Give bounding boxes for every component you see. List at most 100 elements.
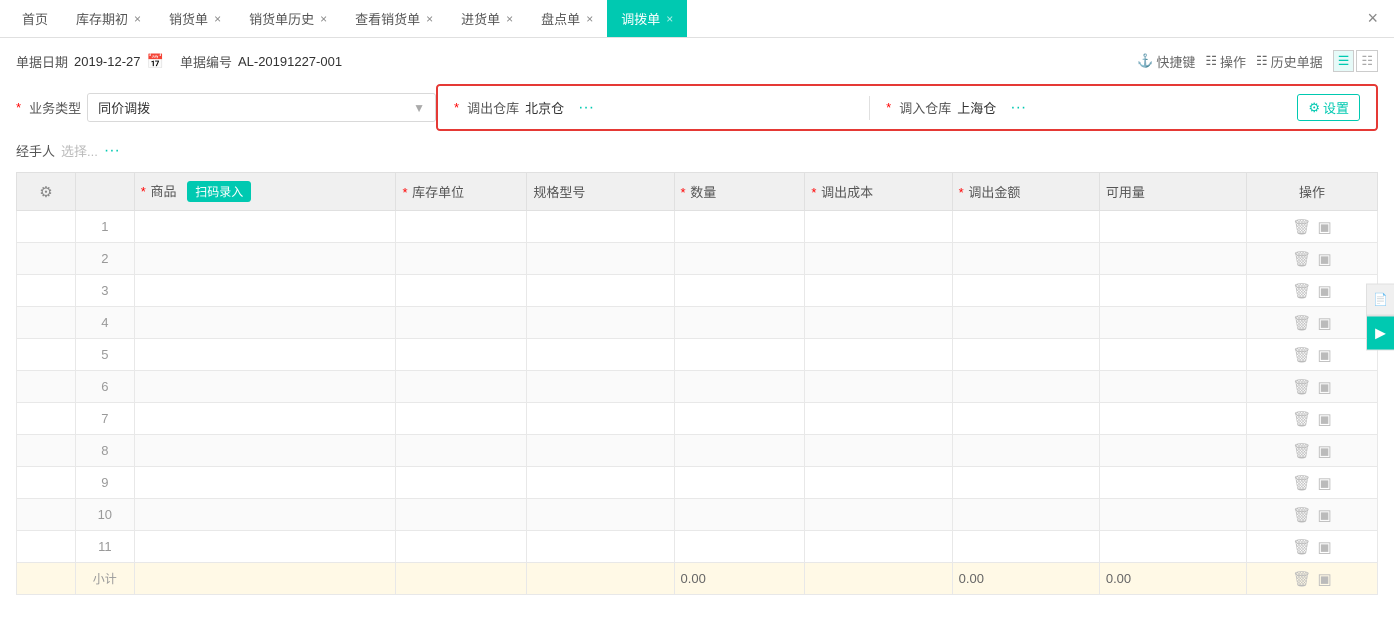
row-available-cell[interactable]: [1099, 467, 1246, 499]
row-cost-cell[interactable]: [805, 243, 952, 275]
transfer-in-value[interactable]: 上海仓: [957, 98, 996, 117]
copy-row-icon[interactable]: ▣: [1317, 442, 1331, 460]
row-amount-cell[interactable]: [952, 275, 1099, 307]
copy-row-icon[interactable]: ▣: [1317, 506, 1331, 524]
row-product-cell[interactable]: [134, 243, 396, 275]
history-button[interactable]: ☷ 历史单据: [1256, 52, 1323, 71]
row-product-cell[interactable]: [134, 531, 396, 563]
row-product-cell[interactable]: [134, 339, 396, 371]
row-cost-cell[interactable]: [805, 435, 952, 467]
row-cost-cell[interactable]: [805, 467, 952, 499]
row-cost-cell[interactable]: [805, 339, 952, 371]
row-amount-cell[interactable]: [952, 403, 1099, 435]
tab-inventory-check[interactable]: 盘点单 ×: [527, 0, 607, 37]
tab-purchase-order[interactable]: 进货单 ×: [447, 0, 527, 37]
row-qty-cell[interactable]: [674, 531, 805, 563]
row-amount-cell[interactable]: [952, 371, 1099, 403]
row-available-cell[interactable]: [1099, 499, 1246, 531]
row-product-cell[interactable]: [134, 435, 396, 467]
subtotal-copy-icon[interactable]: ▣: [1317, 570, 1331, 588]
row-amount-cell[interactable]: [952, 243, 1099, 275]
row-available-cell[interactable]: [1099, 211, 1246, 243]
row-amount-cell[interactable]: [952, 307, 1099, 339]
transfer-in-more-icon[interactable]: ···: [1010, 99, 1026, 117]
row-unit-cell[interactable]: [396, 435, 527, 467]
row-unit-cell[interactable]: [396, 499, 527, 531]
row-cost-cell[interactable]: [805, 403, 952, 435]
row-cost-cell[interactable]: [805, 371, 952, 403]
tab-close-purchase-order[interactable]: ×: [506, 12, 513, 26]
tab-sales-order[interactable]: 销货单 ×: [155, 0, 235, 37]
date-value[interactable]: 2019-12-27: [74, 54, 141, 69]
delete-row-icon[interactable]: 🗑: [1292, 218, 1311, 236]
tab-bar-close-button[interactable]: ×: [1359, 8, 1386, 29]
subtotal-delete-icon[interactable]: 🗑: [1292, 570, 1311, 588]
shortcut-key-button[interactable]: ⚓ 快捷键: [1137, 52, 1195, 71]
row-available-cell[interactable]: [1099, 435, 1246, 467]
row-spec-cell[interactable]: [527, 499, 674, 531]
tab-close-inventory-init[interactable]: ×: [134, 12, 141, 26]
row-amount-cell[interactable]: [952, 339, 1099, 371]
copy-row-icon[interactable]: ▣: [1317, 250, 1331, 268]
row-amount-cell[interactable]: [952, 499, 1099, 531]
tab-close-inventory-check[interactable]: ×: [586, 12, 593, 26]
calendar-icon[interactable]: 📅: [147, 53, 164, 70]
row-product-cell[interactable]: [134, 211, 396, 243]
row-amount-cell[interactable]: [952, 435, 1099, 467]
row-available-cell[interactable]: [1099, 403, 1246, 435]
copy-row-icon[interactable]: ▣: [1317, 474, 1331, 492]
row-product-cell[interactable]: [134, 467, 396, 499]
row-cost-cell[interactable]: [805, 531, 952, 563]
tab-sales-history[interactable]: 销货单历史 ×: [235, 0, 341, 37]
tab-close-sales-order[interactable]: ×: [214, 12, 221, 26]
row-unit-cell[interactable]: [396, 467, 527, 499]
row-spec-cell[interactable]: [527, 339, 674, 371]
row-amount-cell[interactable]: [952, 467, 1099, 499]
tab-inventory-init[interactable]: 库存期初 ×: [62, 0, 155, 37]
row-available-cell[interactable]: [1099, 339, 1246, 371]
row-cost-cell[interactable]: [805, 307, 952, 339]
delete-row-icon[interactable]: 🗑: [1292, 474, 1311, 492]
row-qty-cell[interactable]: [674, 467, 805, 499]
row-available-cell[interactable]: [1099, 531, 1246, 563]
business-type-select[interactable]: 同价调拨 ▼: [87, 93, 436, 122]
row-product-cell[interactable]: [134, 307, 396, 339]
person-select[interactable]: 选择...: [61, 141, 98, 160]
row-unit-cell[interactable]: [396, 339, 527, 371]
settings-button[interactable]: ⚙ 设置: [1297, 94, 1360, 121]
copy-row-icon[interactable]: ▣: [1317, 410, 1331, 428]
row-spec-cell[interactable]: [527, 307, 674, 339]
row-available-cell[interactable]: [1099, 371, 1246, 403]
row-spec-cell[interactable]: [527, 275, 674, 307]
row-unit-cell[interactable]: [396, 531, 527, 563]
row-product-cell[interactable]: [134, 403, 396, 435]
tab-close-transfer-order[interactable]: ×: [666, 12, 673, 26]
transfer-out-more-icon[interactable]: ···: [578, 99, 594, 117]
person-more-icon[interactable]: ···: [104, 142, 120, 160]
row-qty-cell[interactable]: [674, 307, 805, 339]
copy-row-icon[interactable]: ▣: [1317, 346, 1331, 364]
row-amount-cell[interactable]: [952, 531, 1099, 563]
copy-row-icon[interactable]: ▣: [1317, 538, 1331, 556]
row-spec-cell[interactable]: [527, 211, 674, 243]
row-spec-cell[interactable]: [527, 435, 674, 467]
row-available-cell[interactable]: [1099, 275, 1246, 307]
row-unit-cell[interactable]: [396, 211, 527, 243]
row-cost-cell[interactable]: [805, 275, 952, 307]
row-product-cell[interactable]: [134, 275, 396, 307]
copy-row-icon[interactable]: ▣: [1317, 314, 1331, 332]
row-qty-cell[interactable]: [674, 243, 805, 275]
row-qty-cell[interactable]: [674, 403, 805, 435]
row-available-cell[interactable]: [1099, 243, 1246, 275]
row-spec-cell[interactable]: [527, 243, 674, 275]
delete-row-icon[interactable]: 🗑: [1292, 410, 1311, 428]
right-float-notes-button[interactable]: 📄: [1366, 284, 1394, 316]
delete-row-icon[interactable]: 🗑: [1292, 250, 1311, 268]
row-qty-cell[interactable]: [674, 499, 805, 531]
transfer-out-value[interactable]: 北京仓: [525, 98, 564, 117]
row-qty-cell[interactable]: [674, 339, 805, 371]
row-available-cell[interactable]: [1099, 307, 1246, 339]
row-unit-cell[interactable]: [396, 243, 527, 275]
row-product-cell[interactable]: [134, 499, 396, 531]
copy-row-icon[interactable]: ▣: [1317, 218, 1331, 236]
